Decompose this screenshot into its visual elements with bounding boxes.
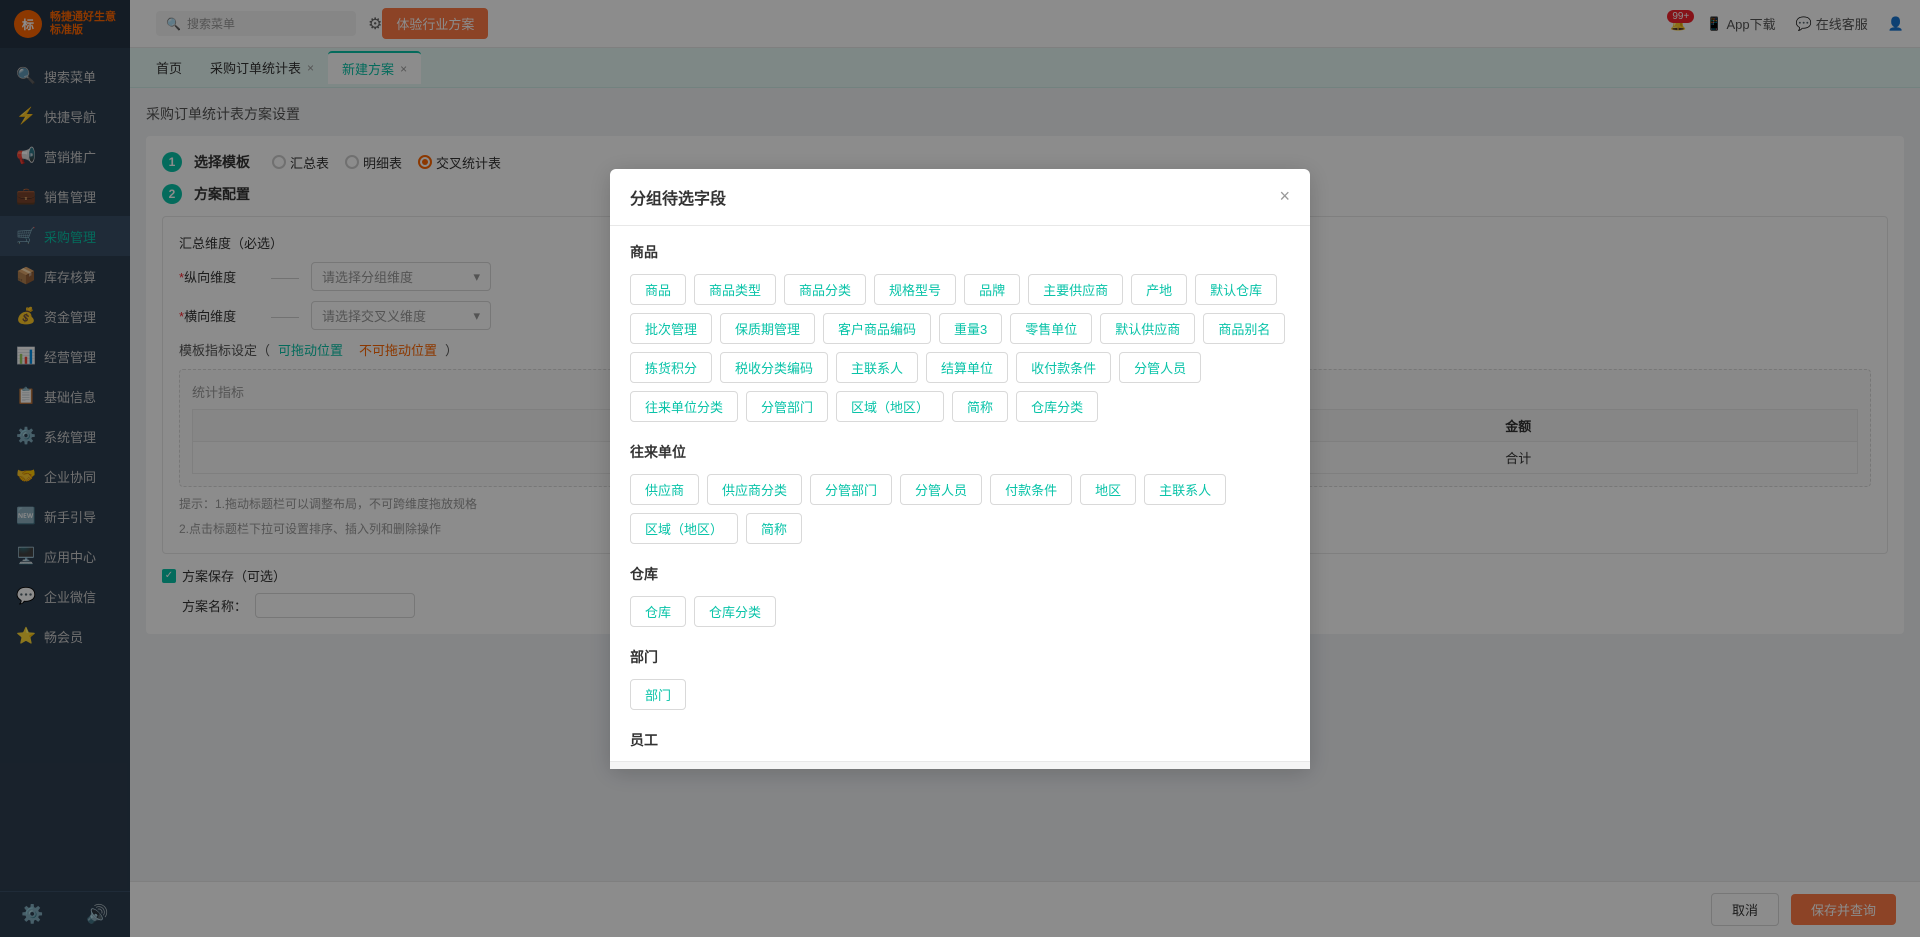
field-tag-0-1[interactable]: 商品类型	[694, 274, 776, 305]
field-tags-1: 供应商供应商分类分管部门分管人员付款条件地区主联系人区域（地区） 简称	[630, 474, 1290, 544]
field-tag-0-2[interactable]: 商品分类	[784, 274, 866, 305]
field-tag-0-20[interactable]: 分管人员	[1119, 352, 1201, 383]
field-tag-0-3[interactable]: 规格型号	[874, 274, 956, 305]
field-tag-0-16[interactable]: 税收分类编码	[720, 352, 828, 383]
modal-body: 商品商品商品类型商品分类规格型号品牌主要供应商产地默认仓库批次管理保质期管理客户…	[610, 226, 1310, 761]
field-tag-0-0[interactable]: 商品	[630, 274, 686, 305]
field-tag-1-2[interactable]: 分管部门	[810, 474, 892, 505]
field-tag-0-24[interactable]: 简称	[952, 391, 1008, 422]
modal: 分组待选字段 × 商品商品商品类型商品分类规格型号品牌主要供应商产地默认仓库批次…	[610, 169, 1310, 769]
field-tag-0-6[interactable]: 产地	[1131, 274, 1187, 305]
field-group-title-1: 往来单位	[630, 442, 1290, 462]
field-group-title-3: 部门	[630, 647, 1290, 667]
field-tag-0-9[interactable]: 保质期管理	[720, 313, 815, 344]
field-tag-1-4[interactable]: 付款条件	[990, 474, 1072, 505]
field-group-title-2: 仓库	[630, 564, 1290, 584]
field-tag-0-10[interactable]: 客户商品编码	[823, 313, 931, 344]
field-tag-1-8[interactable]: 简称	[746, 513, 802, 544]
field-tag-3-0[interactable]: 部门	[630, 679, 686, 710]
field-group-往来单位: 往来单位供应商供应商分类分管部门分管人员付款条件地区主联系人区域（地区） 简称	[630, 442, 1290, 544]
field-tag-0-18[interactable]: 结算单位	[926, 352, 1008, 383]
modal-overlay[interactable]: 分组待选字段 × 商品商品商品类型商品分类规格型号品牌主要供应商产地默认仓库批次…	[0, 0, 1920, 937]
field-tag-1-6[interactable]: 主联系人	[1144, 474, 1226, 505]
field-tag-1-0[interactable]: 供应商	[630, 474, 699, 505]
field-group-title-4: 员工	[630, 730, 1290, 750]
field-tag-0-4[interactable]: 品牌	[964, 274, 1020, 305]
modal-hscroll	[610, 761, 1310, 769]
field-tag-0-21[interactable]: 往来单位分类	[630, 391, 738, 422]
modal-close-button[interactable]: ×	[1279, 186, 1290, 207]
field-tag-0-8[interactable]: 批次管理	[630, 313, 712, 344]
field-tag-0-15[interactable]: 拣货积分	[630, 352, 712, 383]
field-group-title-0: 商品	[630, 242, 1290, 262]
modal-header: 分组待选字段 ×	[610, 169, 1310, 226]
field-tag-1-7[interactable]: 区域（地区）	[630, 513, 738, 544]
field-group-员工: 员工业务员	[630, 730, 1290, 761]
field-group-部门: 部门部门	[630, 647, 1290, 710]
field-tag-0-19[interactable]: 收付款条件	[1016, 352, 1111, 383]
field-tag-0-7[interactable]: 默认仓库	[1195, 274, 1277, 305]
field-tag-0-17[interactable]: 主联系人	[836, 352, 918, 383]
field-tags-2: 仓库仓库分类	[630, 596, 1290, 627]
field-tag-0-5[interactable]: 主要供应商	[1028, 274, 1123, 305]
field-tag-0-11[interactable]: 重量3	[939, 313, 1002, 344]
field-tag-0-25[interactable]: 仓库分类	[1016, 391, 1098, 422]
field-tag-2-0[interactable]: 仓库	[630, 596, 686, 627]
field-tag-2-1[interactable]: 仓库分类	[694, 596, 776, 627]
field-tag-0-23[interactable]: 区域（地区）	[836, 391, 944, 422]
field-tag-0-14[interactable]: 商品别名	[1203, 313, 1285, 344]
field-tag-1-1[interactable]: 供应商分类	[707, 474, 802, 505]
field-tags-3: 部门	[630, 679, 1290, 710]
field-group-商品: 商品商品商品类型商品分类规格型号品牌主要供应商产地默认仓库批次管理保质期管理客户…	[630, 242, 1290, 422]
field-tag-0-13[interactable]: 默认供应商	[1100, 313, 1195, 344]
field-tag-1-3[interactable]: 分管人员	[900, 474, 982, 505]
field-tags-0: 商品商品类型商品分类规格型号品牌主要供应商产地默认仓库批次管理保质期管理客户商品…	[630, 274, 1290, 422]
field-tag-1-5[interactable]: 地区	[1080, 474, 1136, 505]
field-group-仓库: 仓库仓库仓库分类	[630, 564, 1290, 627]
field-tag-0-12[interactable]: 零售单位	[1010, 313, 1092, 344]
field-tag-0-22[interactable]: 分管部门	[746, 391, 828, 422]
modal-title: 分组待选字段	[630, 185, 726, 209]
